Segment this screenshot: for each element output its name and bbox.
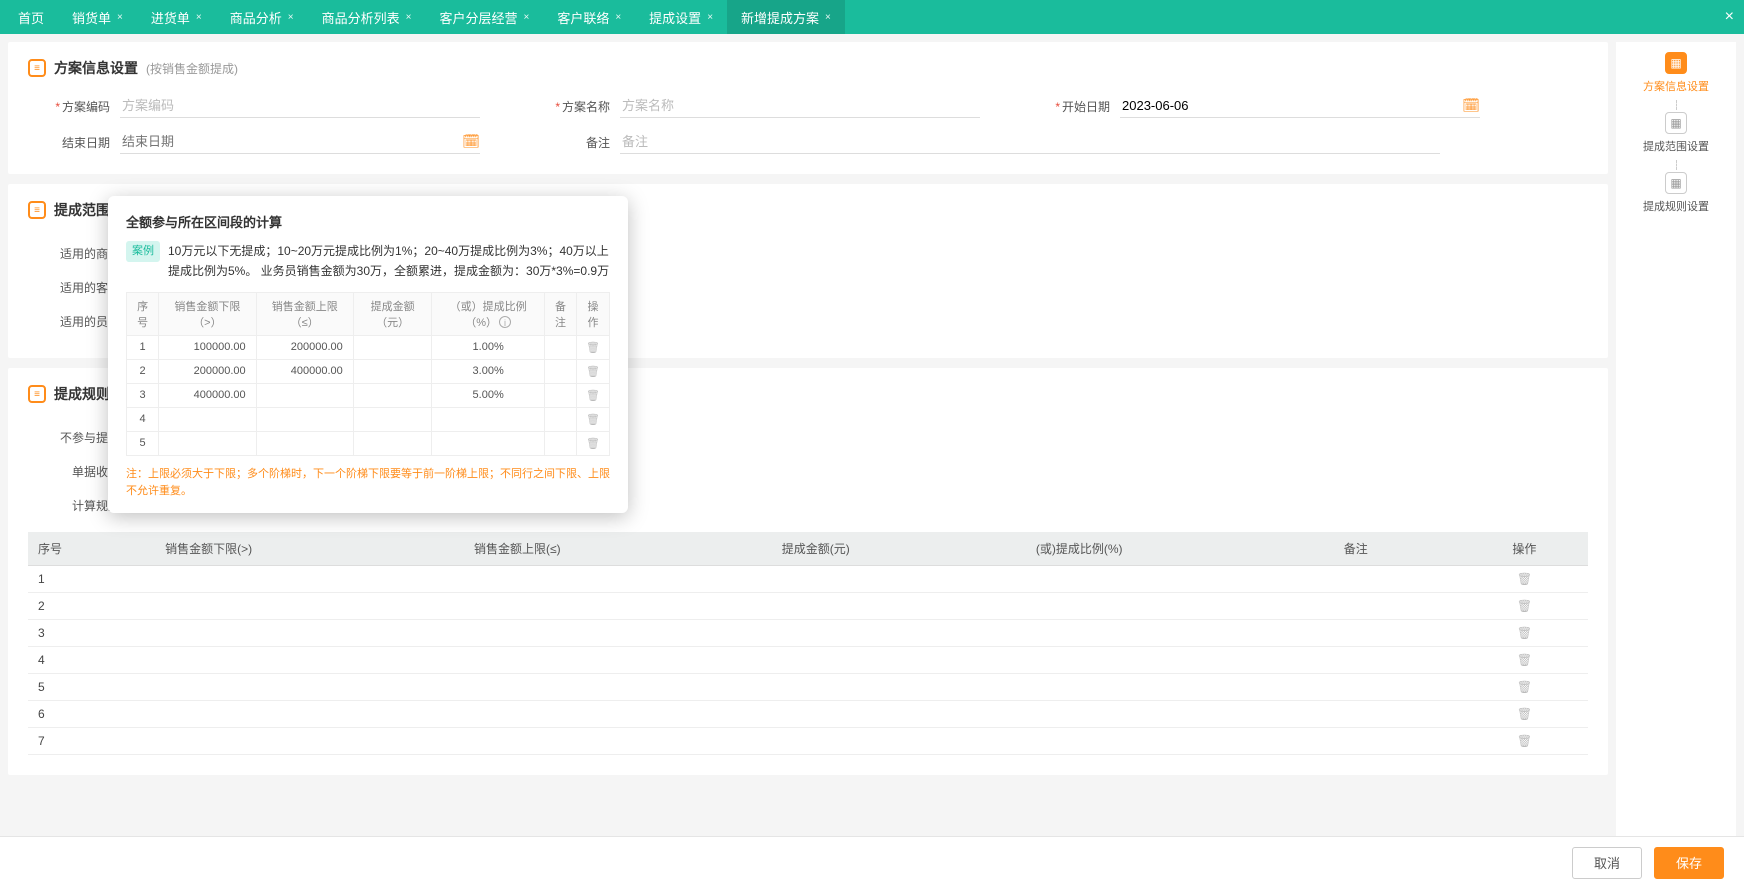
rule-th: 销售金额上限(≤) <box>464 532 772 566</box>
popup-row: 2200000.00400000.003.00%🗑 <box>127 359 610 383</box>
delete-icon[interactable]: 🗑 <box>586 438 600 450</box>
popup-th: 备注 <box>544 292 576 335</box>
rule-row[interactable]: 6🗑 <box>28 701 1588 728</box>
label-plan-name: *方案名称 <box>540 98 610 115</box>
side-step-nav: ▦ 方案信息设置 ▦ 提成范围设置 ▦ 提成规则设置 <box>1616 42 1736 865</box>
example-tag: 案例 <box>126 241 160 262</box>
save-button[interactable]: 保存 <box>1654 847 1724 879</box>
tab-商品分析列表[interactable]: 商品分析列表× <box>308 0 426 34</box>
tab-提成设置[interactable]: 提成设置× <box>635 0 727 34</box>
calendar-icon[interactable]: 🗓 <box>462 133 480 150</box>
tab-新增提成方案[interactable]: 新增提成方案× <box>727 0 845 34</box>
popup-th: 销售金额上限（≤） <box>256 292 353 335</box>
popup-th: 销售金额下限（>） <box>159 292 256 335</box>
tab-商品分析[interactable]: 商品分析× <box>216 0 308 34</box>
panel-icon: ≡ <box>28 385 46 403</box>
popup-th: （或）提成比例（%）i <box>432 292 545 335</box>
step-label: 提成范围设置 <box>1643 138 1709 154</box>
rule-th: 销售金额下限(>) <box>155 532 464 566</box>
popup-row: 1100000.00200000.001.00%🗑 <box>127 335 610 359</box>
panel-title: 提成范围 <box>54 200 110 220</box>
delete-icon[interactable]: 🗑 <box>1517 599 1532 613</box>
close-icon[interactable]: × <box>523 12 529 23</box>
cancel-button[interactable]: 取消 <box>1572 847 1642 879</box>
popup-title: 全额参与所在区间段的计算 <box>126 212 610 231</box>
rule-row[interactable]: 7🗑 <box>28 728 1588 755</box>
popup-table: 序号销售金额下限（>）销售金额上限（≤）提成金额（元）（或）提成比例（%）i备注… <box>126 292 610 456</box>
panel-subtitle: (按销售金额提成) <box>146 60 238 77</box>
popup-th: 操作 <box>577 292 610 335</box>
panel-icon: ≡ <box>28 201 46 219</box>
delete-icon[interactable]: 🗑 <box>1517 572 1532 586</box>
rule-row[interactable]: 4🗑 <box>28 647 1588 674</box>
tab-首页[interactable]: 首页 <box>4 0 58 34</box>
popup-row: 5🗑 <box>127 431 610 455</box>
start-date-input[interactable] <box>1120 94 1462 117</box>
panel-title: 方案信息设置 <box>54 58 138 78</box>
popup-description: 10万元以下无提成；10~20万元提成比例为1%；20~40万提成比例为3%；4… <box>168 241 610 282</box>
close-icon[interactable]: × <box>825 12 831 23</box>
close-icon[interactable]: × <box>288 12 294 23</box>
rule-th: 备注 <box>1334 532 1461 566</box>
plan-name-input[interactable] <box>620 94 980 118</box>
delete-icon[interactable]: 🗑 <box>586 390 600 402</box>
delete-icon[interactable]: 🗑 <box>1517 653 1532 667</box>
delete-icon[interactable]: 🗑 <box>586 366 600 378</box>
rule-table: 序号销售金额下限(>)销售金额上限(≤)提成金额(元)(或)提成比例(%)备注操… <box>28 532 1588 755</box>
step-1[interactable]: ▦ 提成范围设置 <box>1643 112 1709 154</box>
close-icon[interactable]: × <box>707 12 713 23</box>
rule-row[interactable]: 5🗑 <box>28 674 1588 701</box>
panel-plan-info: ≡ 方案信息设置 (按销售金额提成) *方案编码 *方案名称 *开始日期 <box>8 42 1608 174</box>
label-remark: 备注 <box>540 134 610 151</box>
delete-icon[interactable]: 🗑 <box>586 342 600 354</box>
step-icon: ▦ <box>1665 52 1687 74</box>
remark-input[interactable] <box>620 130 1440 154</box>
close-icon[interactable]: × <box>406 12 412 23</box>
tab-客户分层经营[interactable]: 客户分层经营× <box>425 0 543 34</box>
tab-bar: 首页销货单×进货单×商品分析×商品分析列表×客户分层经营×客户联络×提成设置×新… <box>0 0 1744 34</box>
popup-th: 提成金额（元） <box>353 292 432 335</box>
rule-row[interactable]: 1🗑 <box>28 566 1588 593</box>
delete-icon[interactable]: 🗑 <box>586 414 600 426</box>
popup-row: 3400000.005.00%🗑 <box>127 383 610 407</box>
step-icon: ▦ <box>1665 172 1687 194</box>
tab-销货单[interactable]: 销货单× <box>58 0 137 34</box>
close-icon[interactable]: × <box>117 12 123 23</box>
close-icon[interactable]: × <box>615 12 621 23</box>
end-date-input[interactable] <box>120 130 462 153</box>
calendar-icon[interactable]: 🗓 <box>1462 97 1480 114</box>
delete-icon[interactable]: 🗑 <box>1517 626 1532 640</box>
rule-row[interactable]: 3🗑 <box>28 620 1588 647</box>
footer-bar: 取消 保存 <box>0 836 1744 888</box>
popup-th: 序号 <box>127 292 159 335</box>
step-0[interactable]: ▦ 方案信息设置 <box>1643 52 1709 94</box>
panel-icon: ≡ <box>28 59 46 77</box>
delete-icon[interactable]: 🗑 <box>1517 707 1532 721</box>
tab-客户联络[interactable]: 客户联络× <box>543 0 635 34</box>
panel-title: 提成规则 <box>54 384 110 404</box>
rule-th: 序号 <box>28 532 155 566</box>
example-popup: 全额参与所在区间段的计算 案例 10万元以下无提成；10~20万元提成比例为1%… <box>108 196 628 513</box>
rule-th: 操作 <box>1461 532 1588 566</box>
info-icon[interactable]: i <box>499 316 511 328</box>
popup-row: 4🗑 <box>127 407 610 431</box>
close-all-tabs-icon[interactable]: × <box>1725 0 1734 34</box>
step-label: 提成规则设置 <box>1643 198 1709 214</box>
close-icon[interactable]: × <box>196 12 202 23</box>
label-start-date: *开始日期 <box>1040 98 1110 115</box>
tab-进货单[interactable]: 进货单× <box>137 0 216 34</box>
label-plan-code: *方案编码 <box>40 98 110 115</box>
rule-th: (或)提成比例(%) <box>1026 532 1334 566</box>
delete-icon[interactable]: 🗑 <box>1517 734 1532 748</box>
panel-scope: ≡ 提成范围 适用的商品适用的客户适用的员工 全额参与所在区间段的计算 案例 1… <box>8 184 1608 358</box>
label-end-date: 结束日期 <box>40 134 110 151</box>
step-icon: ▦ <box>1665 112 1687 134</box>
rule-row[interactable]: 2🗑 <box>28 593 1588 620</box>
plan-code-input[interactable] <box>120 94 480 118</box>
rule-th: 提成金额(元) <box>772 532 1026 566</box>
step-label: 方案信息设置 <box>1643 78 1709 94</box>
popup-note: 注：上限必须大于下限；多个阶梯时，下一个阶梯下限要等于前一阶梯上限；不同行之间下… <box>126 466 610 501</box>
step-2[interactable]: ▦ 提成规则设置 <box>1643 172 1709 214</box>
delete-icon[interactable]: 🗑 <box>1517 680 1532 694</box>
